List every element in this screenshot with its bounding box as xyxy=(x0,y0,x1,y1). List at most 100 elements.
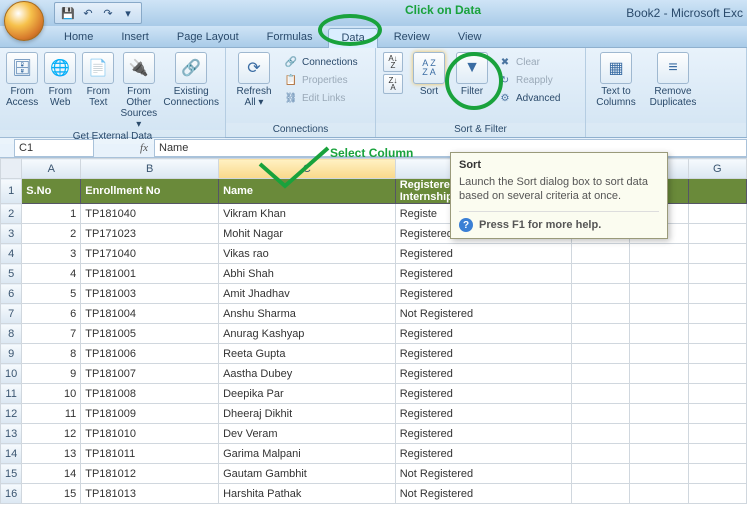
cell[interactable] xyxy=(630,284,688,304)
cell[interactable]: Not Registered xyxy=(395,464,571,484)
row-header[interactable]: 1 xyxy=(1,179,22,204)
remove-duplicates-button[interactable]: ≡RemoveDuplicates xyxy=(646,52,700,108)
cell[interactable] xyxy=(572,444,630,464)
cell[interactable]: 15 xyxy=(22,484,81,504)
cell[interactable]: Not Registered xyxy=(395,484,571,504)
cell[interactable]: 2 xyxy=(22,224,81,244)
cell[interactable]: Harshita Pathak xyxy=(219,484,396,504)
cell[interactable] xyxy=(572,424,630,444)
cell[interactable] xyxy=(630,384,688,404)
row-header[interactable]: 13 xyxy=(1,424,22,444)
cell[interactable] xyxy=(688,244,746,264)
cell[interactable]: TP181008 xyxy=(81,384,219,404)
cell[interactable] xyxy=(688,179,746,204)
row-header[interactable]: 10 xyxy=(1,364,22,384)
text-to-columns-button[interactable]: ▦Text toColumns xyxy=(592,52,640,108)
cell[interactable]: 10 xyxy=(22,384,81,404)
cell[interactable]: TP171040 xyxy=(81,244,219,264)
cell[interactable]: Aastha Dubey xyxy=(219,364,396,384)
cell[interactable]: TP181001 xyxy=(81,264,219,284)
cell[interactable] xyxy=(630,264,688,284)
undo-icon[interactable]: ↶ xyxy=(81,6,95,20)
cell[interactable]: TP181013 xyxy=(81,484,219,504)
row-header[interactable]: 3 xyxy=(1,224,22,244)
tab-home[interactable]: Home xyxy=(52,28,105,47)
cell[interactable]: Registered xyxy=(395,264,571,284)
cell[interactable] xyxy=(688,404,746,424)
cell[interactable] xyxy=(688,484,746,504)
cell[interactable] xyxy=(688,424,746,444)
cell[interactable]: Mohit Nagar xyxy=(219,224,396,244)
cell[interactable] xyxy=(688,364,746,384)
cell[interactable] xyxy=(688,464,746,484)
header-cell[interactable]: Enrollment No xyxy=(81,179,219,204)
tab-view[interactable]: View xyxy=(446,28,494,47)
cell[interactable]: Dev Veram xyxy=(219,424,396,444)
row-header[interactable]: 12 xyxy=(1,404,22,424)
cell[interactable]: Dheeraj Dikhit xyxy=(219,404,396,424)
cell[interactable]: Reeta Gupta xyxy=(219,344,396,364)
sort-za-button[interactable]: Z↓A xyxy=(383,74,403,94)
cell[interactable] xyxy=(630,424,688,444)
fx-icon[interactable]: fx xyxy=(134,142,154,154)
redo-icon[interactable]: ↷ xyxy=(101,6,115,20)
sort-button[interactable]: A ZZ ASort xyxy=(410,52,448,97)
row-header[interactable]: 14 xyxy=(1,444,22,464)
cell[interactable]: 14 xyxy=(22,464,81,484)
cell[interactable]: Registered xyxy=(395,384,571,404)
cell[interactable] xyxy=(688,384,746,404)
column-header[interactable]: C xyxy=(219,159,396,179)
existing-connections-button[interactable]: 🔗ExistingConnections xyxy=(163,52,219,108)
row-header[interactable]: 2 xyxy=(1,204,22,224)
cell[interactable] xyxy=(572,484,630,504)
cell[interactable] xyxy=(688,224,746,244)
column-header[interactable]: B xyxy=(81,159,219,179)
cell[interactable] xyxy=(572,404,630,424)
cell[interactable]: 5 xyxy=(22,284,81,304)
cell[interactable]: 9 xyxy=(22,364,81,384)
cell[interactable] xyxy=(572,304,630,324)
cell[interactable]: TP181010 xyxy=(81,424,219,444)
name-box[interactable]: C1 xyxy=(14,139,94,157)
header-cell[interactable]: S.No xyxy=(22,179,81,204)
from-access-button[interactable]: 🗄FromAccess xyxy=(6,52,38,108)
cell[interactable]: Garima Malpani xyxy=(219,444,396,464)
row-header[interactable]: 9 xyxy=(1,344,22,364)
cell[interactable]: Vikas rao xyxy=(219,244,396,264)
cell[interactable]: 11 xyxy=(22,404,81,424)
cell[interactable] xyxy=(688,284,746,304)
cell[interactable]: TP181004 xyxy=(81,304,219,324)
sort-az-button[interactable]: A↓Z xyxy=(383,52,403,72)
cell[interactable] xyxy=(688,324,746,344)
qat-customize-icon[interactable]: ▾ xyxy=(121,6,135,20)
cell[interactable]: Anurag Kashyap xyxy=(219,324,396,344)
row-header[interactable]: 15 xyxy=(1,464,22,484)
row-header[interactable]: 4 xyxy=(1,244,22,264)
cell[interactable]: 6 xyxy=(22,304,81,324)
cell[interactable]: Registered xyxy=(395,244,571,264)
cell[interactable] xyxy=(572,324,630,344)
cell[interactable]: Abhi Shah xyxy=(219,264,396,284)
cell[interactable]: 1 xyxy=(22,204,81,224)
cell[interactable]: TP181011 xyxy=(81,444,219,464)
row-header[interactable]: 8 xyxy=(1,324,22,344)
cell[interactable] xyxy=(688,304,746,324)
cell[interactable]: Gautam Gambhit xyxy=(219,464,396,484)
cell[interactable]: 4 xyxy=(22,264,81,284)
cell[interactable]: TP181006 xyxy=(81,344,219,364)
cell[interactable] xyxy=(630,304,688,324)
cell[interactable] xyxy=(630,404,688,424)
row-header[interactable]: 16 xyxy=(1,484,22,504)
cell[interactable]: Anshu Sharma xyxy=(219,304,396,324)
office-button[interactable] xyxy=(4,1,44,41)
filter-button[interactable]: ▼Filter xyxy=(454,52,490,97)
row-header[interactable]: 6 xyxy=(1,284,22,304)
cell[interactable]: TP181003 xyxy=(81,284,219,304)
cell[interactable]: Registered xyxy=(395,364,571,384)
cell[interactable]: Registered xyxy=(395,344,571,364)
cell[interactable]: TP181012 xyxy=(81,464,219,484)
refresh-all-button[interactable]: ⟳RefreshAll ▾ xyxy=(232,52,276,108)
cell[interactable]: 7 xyxy=(22,324,81,344)
header-cell[interactable]: Name xyxy=(219,179,396,204)
cell[interactable]: Deepika Par xyxy=(219,384,396,404)
